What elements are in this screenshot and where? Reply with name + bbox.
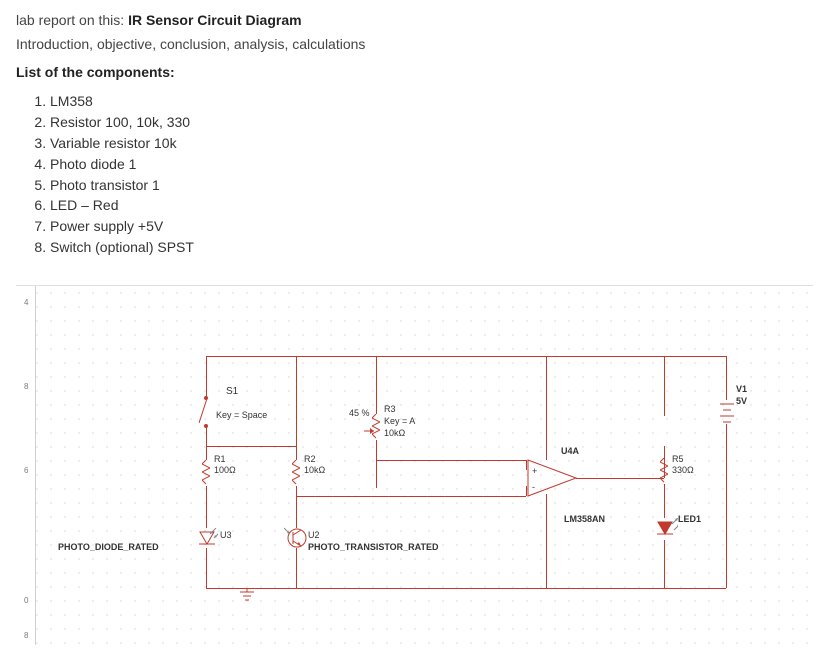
intro-line: lab report on this: IR Sensor Circuit Di…	[16, 12, 813, 28]
v1-label: V1	[736, 384, 747, 394]
r3-value: 10kΩ	[384, 428, 405, 438]
resistor-icon	[292, 460, 300, 486]
r3-label: R3	[384, 404, 396, 414]
wire	[206, 548, 207, 588]
photo-transistor-icon	[284, 526, 310, 550]
u4a-chip: LM358AN	[564, 514, 605, 524]
wire	[296, 446, 297, 460]
diagram-ruler: 4 8 6 0 8	[22, 286, 36, 645]
voltage-source-icon	[716, 400, 738, 426]
wire	[664, 446, 665, 458]
svg-text:-: -	[532, 482, 535, 492]
resistor-icon	[660, 458, 668, 484]
list-item: Variable resistor 10k	[50, 134, 813, 153]
ruler-tick: 4	[24, 298, 28, 307]
page-title: IR Sensor Circuit Diagram	[128, 12, 302, 28]
wire	[296, 486, 297, 528]
opamp-icon: + -	[526, 458, 580, 498]
wire	[206, 446, 296, 447]
ground-icon	[238, 588, 256, 604]
list-item: Switch (optional) SPST	[50, 238, 813, 257]
r1-value: 100Ω	[214, 465, 236, 475]
ruler-tick: 6	[24, 466, 28, 475]
ruler-tick: 8	[24, 631, 28, 640]
photo-diode-icon	[196, 528, 218, 550]
u4a-label: U4A	[561, 446, 579, 456]
switch-arm-icon	[199, 400, 207, 423]
ruler-tick: 8	[24, 382, 28, 391]
list-item: LED – Red	[50, 196, 813, 215]
wire	[664, 540, 665, 588]
wire	[296, 356, 297, 446]
intro-subtitle: Introduction, objective, conclusion, ana…	[16, 36, 813, 52]
wire	[376, 440, 377, 488]
wire	[546, 356, 547, 460]
component-list: LM358 Resistor 100, 10k, 330 Variable re…	[50, 92, 813, 257]
list-item: Photo diode 1	[50, 155, 813, 174]
wire	[726, 424, 727, 588]
wire	[296, 496, 526, 497]
list-item: Power supply +5V	[50, 217, 813, 236]
wire	[296, 548, 297, 588]
wire	[206, 356, 726, 357]
wire	[726, 356, 727, 400]
r1-label: R1	[214, 454, 226, 464]
intro-prefix: lab report on this:	[16, 12, 128, 28]
r2-label: R2	[304, 454, 316, 464]
components-heading: List of the components:	[16, 64, 813, 80]
wire	[206, 426, 207, 446]
r2-value: 10kΩ	[304, 465, 325, 475]
r5-value: 330Ω	[672, 465, 694, 475]
led-icon	[654, 518, 678, 542]
wire	[206, 486, 207, 528]
r3-key: Key = A	[384, 416, 415, 426]
v1-value: 5V	[736, 396, 747, 406]
wire	[376, 356, 377, 414]
circuit-diagram: 4 8 6 0 8 S1 Key = Space R1 100Ω U3 PHOT…	[16, 285, 813, 645]
led1-label: LED1	[678, 514, 701, 524]
svg-text:+: +	[532, 466, 537, 476]
wiper-arrow-icon	[364, 422, 378, 440]
photo-diode-label: PHOTO_DIODE_RATED	[58, 542, 159, 552]
switch-key: Key = Space	[216, 410, 267, 420]
u2-text: PHOTO_TRANSISTOR_RATED	[308, 542, 439, 552]
u3-label: U3	[220, 530, 232, 540]
wire	[206, 446, 207, 460]
wire	[206, 356, 207, 398]
wire	[376, 460, 526, 461]
resistor-icon	[202, 460, 210, 486]
ruler-tick: 0	[24, 596, 28, 605]
r5-label: R5	[672, 454, 684, 464]
r3-setting: 45 %	[349, 408, 370, 418]
list-item: Photo transistor 1	[50, 176, 813, 195]
u2-label: U2	[308, 530, 320, 540]
wire	[576, 478, 664, 479]
switch-label: S1	[226, 386, 238, 397]
wire	[546, 494, 547, 588]
wire	[664, 484, 665, 518]
wire	[664, 356, 665, 416]
list-item: Resistor 100, 10k, 330	[50, 113, 813, 132]
list-item: LM358	[50, 92, 813, 111]
wire	[206, 588, 726, 589]
